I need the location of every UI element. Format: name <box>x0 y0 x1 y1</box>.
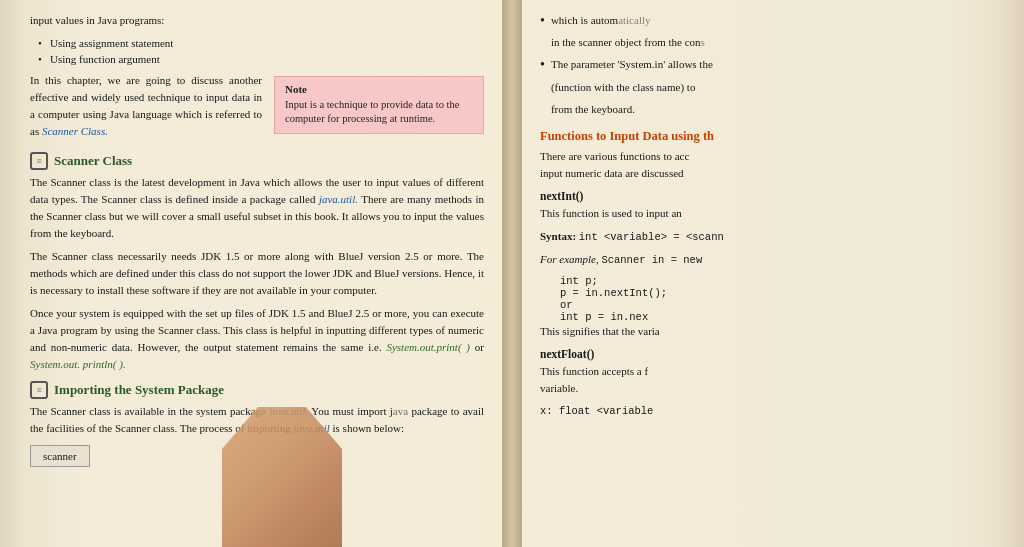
scanner-para-1: The Scanner class is the latest developm… <box>30 174 484 242</box>
nextint-desc: This function is used to input an <box>540 205 994 222</box>
intro-top-label: input values in Java programs: <box>30 14 164 26</box>
page-binding <box>502 0 522 547</box>
java-util-link-1: java.util. <box>319 193 358 205</box>
nextint-name: nextInt() <box>540 190 994 202</box>
scanner-tag: scanner <box>30 445 90 467</box>
note-box: Note Input is a technique to provide dat… <box>274 76 484 134</box>
intro-top-text: input values in Java programs: <box>30 12 484 29</box>
bullet-item-1: Using assignment statement <box>38 35 484 52</box>
bullet-dot-3: • <box>540 56 545 74</box>
example-label: For example, <box>540 253 599 265</box>
functions-intro-line1: There are various functions to acc <box>540 150 689 162</box>
nextint-syntax: Syntax: int <variable> = <scann <box>540 228 994 245</box>
right-bullet-3: • The parameter 'System.in' allows the <box>540 56 994 74</box>
scanner-class-section-header: ≡ Scanner Class <box>30 152 484 170</box>
right-bullet-text-4: (function with the class name) to <box>551 79 696 96</box>
right-bullet-text-2: in the scanner object from the cons <box>551 34 705 51</box>
right-bullet-5: • from the keyboard. <box>540 101 994 119</box>
note-text: Input is a technique to provide data to … <box>285 98 473 127</box>
right-bullet-2: • in the scanner object from the cons <box>540 34 994 52</box>
nextfloat-syntax-text: x: float <variable <box>540 405 653 417</box>
nextint-section: nextInt() This function is used to input… <box>540 190 994 340</box>
bullet-dot-1: • <box>540 12 545 30</box>
nextfloat-desc-text: This function accepts a f <box>540 365 648 377</box>
code-line-1: int p; <box>560 275 994 287</box>
nextint-desc-line1: This function is used to input an <box>540 207 682 219</box>
nextfloat-var: variable. <box>540 382 578 394</box>
left-page: input values in Java programs: Using ass… <box>0 0 502 547</box>
scanner-class-title: Scanner Class <box>54 153 132 169</box>
nextfloat-desc: This function accepts a f variable. <box>540 363 994 397</box>
functions-intro: There are various functions to acc input… <box>540 148 994 182</box>
right-bullet-text-5: from the keyboard. <box>551 101 635 118</box>
right-bullet-1: • which is automatically <box>540 12 994 30</box>
nextfloat-section: nextFloat() This function accepts a f va… <box>540 348 994 419</box>
code-line-4: int p = in.nex <box>560 311 994 323</box>
right-bullet-text-1: which is automatically <box>551 12 651 29</box>
right-top-text: • which is automatically • in the scanne… <box>540 12 994 119</box>
functions-intro-line2: input numeric data are discussed <box>540 167 684 179</box>
right-page: • which is automatically • in the scanne… <box>522 0 1024 547</box>
functions-header: Functions to Input Data using th <box>540 129 994 144</box>
example-code: Scanner in = new <box>601 254 702 266</box>
nextfloat-name: nextFloat() <box>540 348 994 360</box>
page-container: input values in Java programs: Using ass… <box>0 0 1024 547</box>
scanner-para-2: The Scanner class necessarily needs JDK … <box>30 248 484 299</box>
note-title: Note <box>285 83 473 95</box>
intro-section: Note Input is a technique to provide dat… <box>30 72 484 146</box>
system-out-println-link: System.out. println( ). <box>30 358 126 370</box>
importing-section-header: ≡ Importing the System Package <box>30 381 484 399</box>
right-bullet-text-3: The parameter 'System.in' allows the <box>551 56 713 73</box>
syntax-text: int <variable> = <scann <box>579 231 724 243</box>
bullet-item-2: Using function argument <box>38 51 484 68</box>
hand-overlay <box>222 407 342 547</box>
system-out-print-link: System.out.print( ) <box>386 341 470 353</box>
code-line-2: p = in.nextInt(); <box>560 287 994 299</box>
bullet-list: Using assignment statement Using functio… <box>38 35 484 68</box>
scanner-para-3: Once your system is equipped with the se… <box>30 305 484 373</box>
importing-section-icon: ≡ <box>30 381 48 399</box>
nextint-signifies: This signifies that the varia <box>540 323 994 340</box>
nextint-code-block: int p; p = in.nextInt(); or int p = in.n… <box>540 275 994 323</box>
right-bullet-4: • (function with the class name) to <box>540 79 994 97</box>
nextfloat-syntax: x: float <variable <box>540 403 994 419</box>
importing-title: Importing the System Package <box>54 382 224 398</box>
syntax-label: Syntax: <box>540 230 576 242</box>
code-line-3: or <box>560 299 994 311</box>
scanner-class-link: Scanner Class. <box>42 125 108 137</box>
nextint-example: For example, Scanner in = new <box>540 251 994 268</box>
scanner-section-icon: ≡ <box>30 152 48 170</box>
